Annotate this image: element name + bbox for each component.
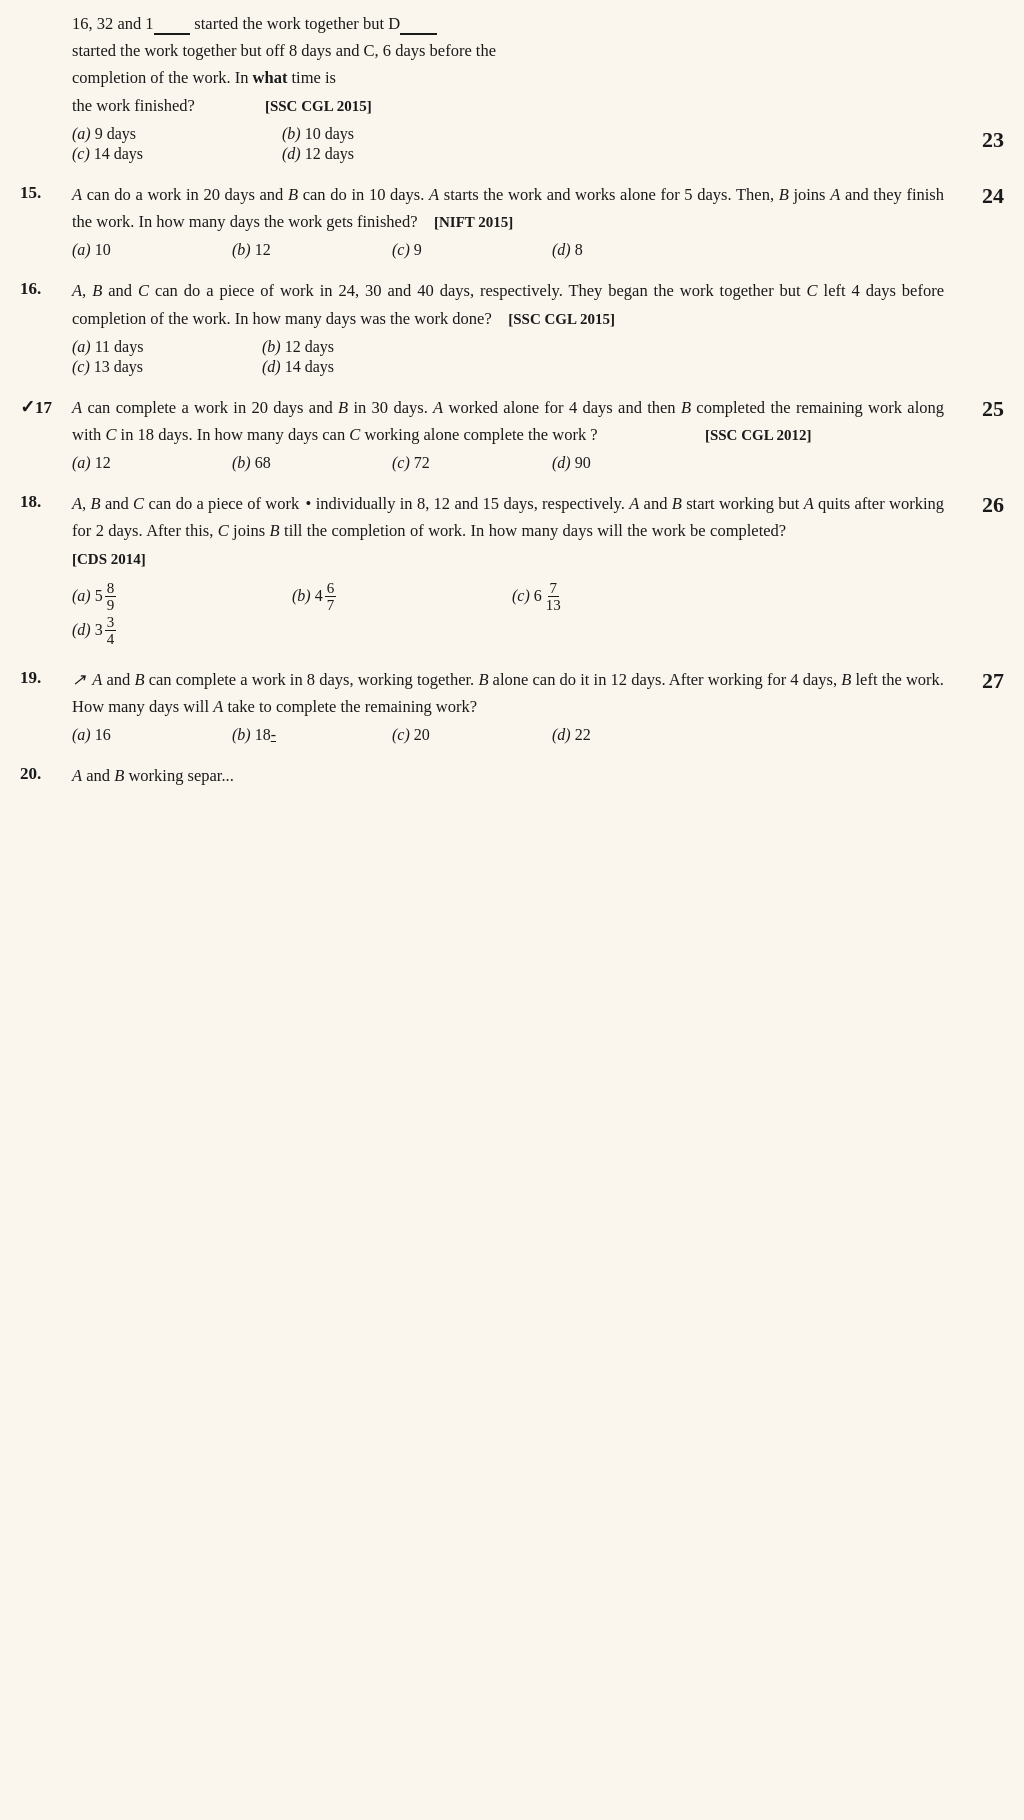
q19-opt-c: (c) 20 (392, 726, 552, 744)
top-continuation-line4: the work finished? [SSC CGL 2015] (72, 96, 372, 115)
question-16: 16. A, B and C can do a piece of work in… (20, 277, 1004, 375)
q15-source: [NIFT 2015] (434, 214, 513, 230)
q17-checkmark: ✓ (20, 397, 35, 417)
question-20: 20. A and B working separ... (20, 762, 1004, 789)
top-opt-d: (d) 12 days (282, 145, 492, 163)
q19-opt-a: (a) 16 (72, 726, 232, 744)
top-options: (a) 9 days (b) 10 days (c) 14 days (d) 1… (20, 125, 1004, 163)
q20-text: A and B working separ... (72, 762, 944, 789)
top-opt-a: (a) 9 days (72, 125, 282, 143)
q19-opt-b: (b) 18- (232, 726, 392, 744)
q16-content: A, B and C can do a piece of work in 24,… (72, 277, 1004, 375)
q18-opt-d: (d) 334 (72, 614, 292, 648)
q15-opt-b: (b) 12 (232, 241, 392, 259)
question-18: 18. A, B and C can do a piece of work • … (20, 490, 1004, 648)
q19-text: ↗ A and B can complete a work in 8 days,… (72, 666, 944, 720)
q19-content: ↗ A and B can complete a work in 8 days,… (72, 666, 1004, 744)
top-continuation-line2: started the work together but off 8 days… (72, 41, 496, 60)
right-number-23: 23 (982, 127, 1004, 153)
q15-number: 15. (20, 181, 72, 259)
q15-opt-d: (d) 8 (552, 241, 712, 259)
q16-opt-c: (c) 13 days (72, 358, 262, 376)
q18-opt-c: (c) 6713 (512, 580, 732, 614)
top-continuation-line3: completion of the work. In what time is (72, 68, 336, 87)
top-opt-b: (b) 10 days (282, 125, 492, 143)
q17-opt-b: (b) 68 (232, 454, 392, 472)
q16-source: [SSC CGL 2015] (508, 311, 615, 327)
right-number-27: 27 (982, 668, 1004, 694)
top-source-tag: [SSC CGL 2015] (265, 98, 372, 114)
q15-content: A can do a work in 20 days and B can do … (72, 181, 1004, 259)
top-continuation-text: 16, 32 and 1 started the work together b… (20, 10, 1004, 119)
q16-opt-d: (d) 14 days (262, 358, 452, 376)
q17-opt-a: (a) 12 (72, 454, 232, 472)
question-15: 15. A can do a work in 20 days and B can… (20, 181, 1004, 259)
right-number-26: 26 (982, 492, 1004, 518)
q17-text: A can complete a work in 20 days and B i… (72, 394, 944, 448)
top-continuation-line1: 16, 32 and 1 started the work together b… (72, 14, 437, 35)
q18-opt-a: (a) 589 (72, 580, 292, 614)
q18-content: A, B and C can do a piece of work • indi… (72, 490, 1004, 648)
q17-opt-d: (d) 90 (552, 454, 712, 472)
q15-opt-c: (c) 9 (392, 241, 552, 259)
top-opt-c: (c) 14 days (72, 145, 282, 163)
q19-opt-d: (d) 22 (552, 726, 712, 744)
q19-number: 19. (20, 666, 72, 744)
q20-number: 20. (20, 762, 72, 789)
q16-opt-a: (a) 11 days (72, 338, 262, 356)
q16-number: 16. (20, 277, 72, 375)
q15-text: A can do a work in 20 days and B can do … (72, 181, 944, 235)
question-17: ✓17 A can complete a work in 20 days and… (20, 394, 1004, 472)
q18-text: A, B and C can do a piece of work • indi… (72, 490, 944, 572)
q15-opt-a: (a) 10 (72, 241, 232, 259)
q17-number: ✓17 (20, 394, 72, 472)
q16-opt-b: (b) 12 days (262, 338, 452, 356)
q17-opt-c: (c) 72 (392, 454, 552, 472)
q18-opt-b: (b) 467 (292, 580, 512, 614)
q17-content: A can complete a work in 20 days and B i… (72, 394, 1004, 472)
right-number-24: 24 (982, 183, 1004, 209)
q18-number: 18. (20, 490, 72, 648)
q20-content: A and B working separ... (72, 762, 1004, 789)
q16-text: A, B and C can do a piece of work in 24,… (72, 277, 944, 331)
q18-source: [CDS 2014] (72, 551, 146, 567)
question-19: 19. ↗ A and B can complete a work in 8 d… (20, 666, 1004, 744)
page: 16, 32 and 1 started the work together b… (0, 0, 1024, 1820)
q17-source: [SSC CGL 2012] (705, 427, 812, 443)
right-number-25: 25 (982, 396, 1004, 422)
